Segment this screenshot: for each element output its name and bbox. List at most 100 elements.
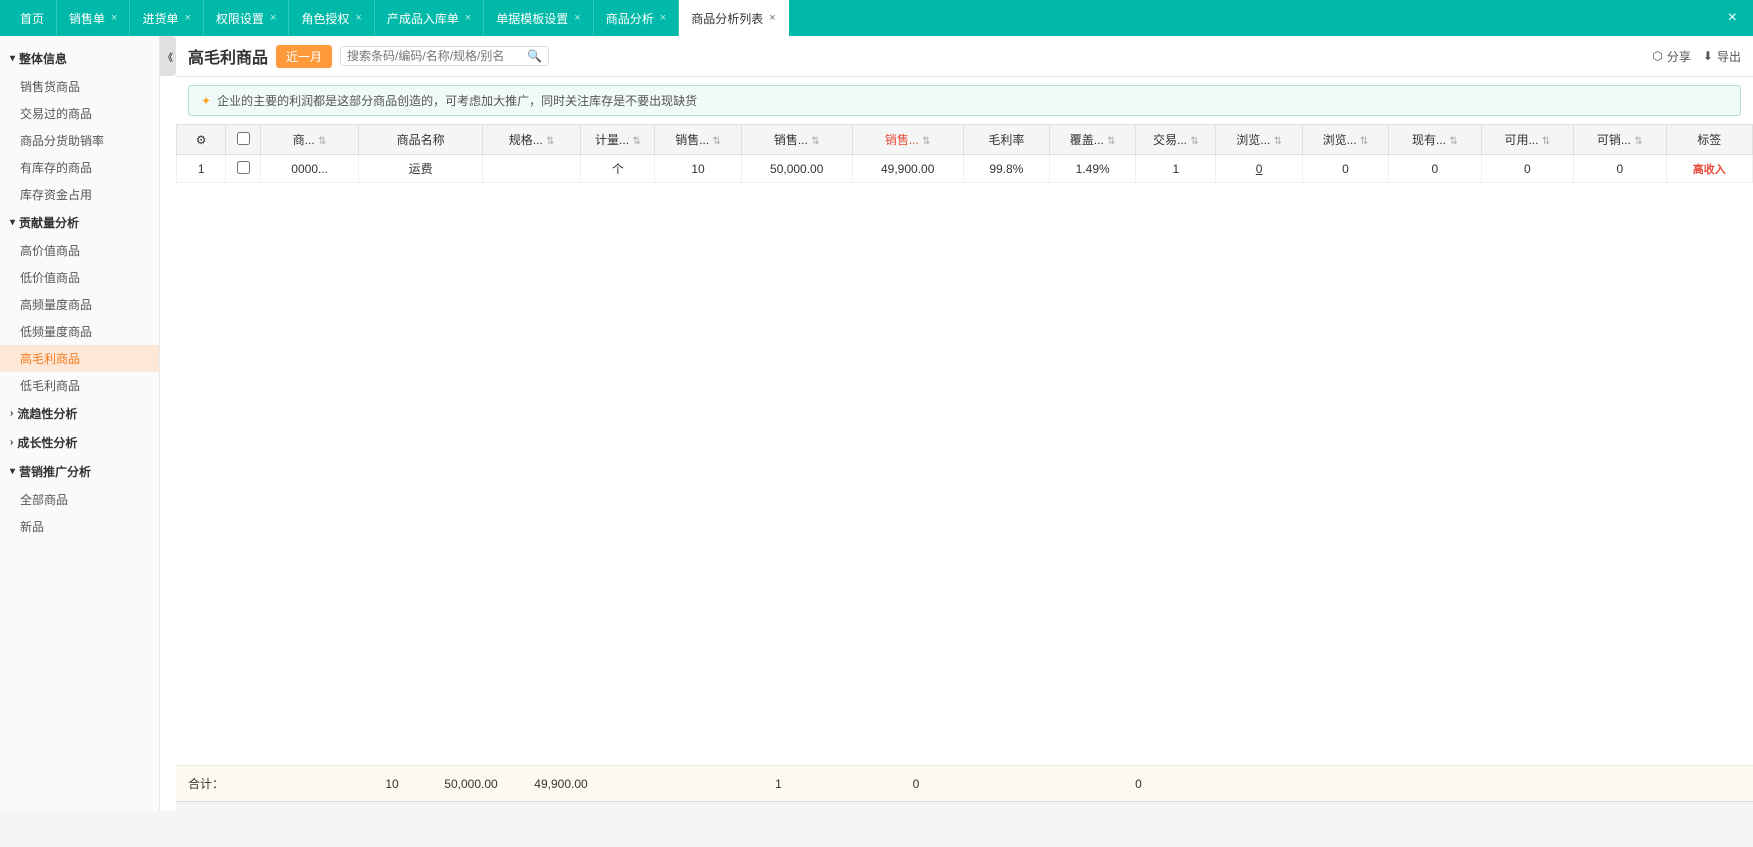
sidebar-item-high-freq-goods[interactable]: 高频量度商品 (0, 291, 159, 318)
sidebar-collapse-button[interactable]: 《 (160, 36, 176, 76)
export-button[interactable]: ⬇ 导出 (1703, 48, 1741, 65)
close-icon[interactable]: × (270, 12, 276, 24)
sort-icon[interactable]: ⇅ (546, 136, 554, 147)
horizontal-scrollbar[interactable] (176, 801, 1753, 811)
sort-icon[interactable]: ⇅ (1449, 136, 1457, 147)
nav-tab-product-entry[interactable]: 产成品入库单 × (375, 0, 484, 36)
chevron-down-icon: ▾ (10, 466, 15, 477)
page-title: 高毛利商品 (188, 44, 268, 68)
nav-tab-product-analysis-list[interactable]: 商品分析列表 × (679, 0, 788, 36)
col-header-browse1[interactable]: 浏览... ⇅ (1216, 125, 1302, 155)
sidebar-item-goods-analysis-rate[interactable]: 商品分货助销率 (0, 127, 159, 154)
sidebar-item-sales-goods[interactable]: 销售货商品 (0, 73, 159, 100)
sidebar-item-low-margin-goods[interactable]: 低毛利商品 (0, 372, 159, 399)
close-icon[interactable]: × (769, 12, 775, 24)
close-icon[interactable]: × (660, 12, 666, 24)
sidebar-item-stock-capital[interactable]: 库存资金占用 (0, 181, 159, 208)
sidebar-group-overall-info[interactable]: ▾ 整体信息 (0, 44, 159, 73)
sidebar-item-high-value-goods[interactable]: 高价值商品 (0, 237, 159, 264)
nav-tab-sales-order[interactable]: 销售单 × (57, 0, 130, 36)
col-header-margin-rate[interactable]: 毛利率 (963, 125, 1049, 155)
cell-trade-count: 1 (1136, 155, 1216, 183)
col-header-cover-rate[interactable]: 覆盖... ⇅ (1050, 125, 1136, 155)
nav-tab-role-permission[interactable]: 角色授权 × (289, 0, 374, 36)
col-header-browse2[interactable]: 浏览... ⇅ (1302, 125, 1388, 155)
export-icon: ⬇ (1703, 49, 1713, 63)
header-actions: ⬡ 分享 ⬇ 导出 (1652, 48, 1741, 65)
col-header-sales-qty[interactable]: 销售... ⇅ (655, 125, 741, 155)
table-row: 1 0000... 运费 个 10 50,000.00 49,900.00 99… (177, 155, 1753, 183)
info-icon: ✦ (201, 94, 211, 108)
sidebar-item-traded-goods[interactable]: 交易过的商品 (0, 100, 159, 127)
col-header-name[interactable]: 商品名称 (359, 125, 482, 155)
close-all-button[interactable]: × (1720, 9, 1745, 27)
sort-icon[interactable]: ⇅ (1360, 136, 1368, 147)
col-header-trade-count[interactable]: 交易... ⇅ (1136, 125, 1216, 155)
sidebar-group-trend-analysis[interactable]: › 流趋性分析 (0, 399, 159, 428)
cell-cover-rate: 1.49% (1050, 155, 1136, 183)
col-header-seq[interactable]: ⚙ (177, 125, 226, 155)
sort-icon[interactable]: ⇅ (318, 136, 326, 147)
col-header-sales-profit[interactable]: 销售... ⇅ (852, 125, 963, 155)
close-icon[interactable]: × (111, 12, 117, 24)
sidebar-group-treasure-analysis[interactable]: ▾ 贡献量分析 (0, 208, 159, 237)
col-header-stock-available[interactable]: 可用... ⇅ (1481, 125, 1573, 155)
sidebar-item-high-margin-goods[interactable]: 高毛利商品 (0, 345, 159, 372)
nav-tab-template-settings[interactable]: 单据模板设置 × (484, 0, 593, 36)
table-header-row: ⚙ 商... ⇅ 商品名称 规格... (177, 125, 1753, 155)
search-icon[interactable]: 🔍 (527, 49, 542, 63)
cell-check[interactable] (226, 155, 261, 183)
col-header-spec[interactable]: 规格... ⇅ (482, 125, 581, 155)
chevron-right-icon: › (10, 437, 13, 448)
cell-stock-current: 0 (1389, 155, 1481, 183)
sort-icon[interactable]: ⇅ (1274, 136, 1282, 147)
sort-icon[interactable]: ⇅ (632, 136, 640, 147)
nav-tab-home[interactable]: 首页 (8, 0, 57, 36)
close-icon[interactable]: × (465, 12, 471, 24)
cell-name: 运费 (359, 155, 482, 183)
sort-icon[interactable]: ⇅ (1190, 136, 1198, 147)
sidebar-item-stocked-goods[interactable]: 有库存的商品 (0, 154, 159, 181)
col-header-stock-sellable[interactable]: 可销... ⇅ (1574, 125, 1666, 155)
footer-label: 合计： (188, 775, 358, 792)
cell-browse1[interactable]: 0 (1216, 155, 1302, 183)
sidebar-group-growth-analysis[interactable]: › 成长性分析 (0, 428, 159, 457)
nav-tab-import-order[interactable]: 进货单 × (130, 0, 203, 36)
close-icon[interactable]: × (184, 12, 190, 24)
sidebar-item-new-goods[interactable]: 新品 (0, 513, 159, 540)
close-icon[interactable]: × (355, 12, 361, 24)
nav-tab-product-analysis[interactable]: 商品分析 × (594, 0, 679, 36)
sidebar-item-low-freq-goods[interactable]: 低频量度商品 (0, 318, 159, 345)
data-table: ⚙ 商... ⇅ 商品名称 规格... (176, 124, 1753, 183)
sidebar: ▾ 整体信息 销售货商品 交易过的商品 商品分货助销率 有库存的商品 库存资金占… (0, 36, 160, 811)
sort-icon[interactable]: ⇅ (1542, 136, 1550, 147)
sort-icon[interactable]: ⇅ (1107, 136, 1115, 147)
footer-stock-sellable: 0 (1101, 777, 1176, 791)
col-header-code[interactable]: 商... ⇅ (260, 125, 359, 155)
col-header-stock-current[interactable]: 现有... ⇅ (1389, 125, 1481, 155)
close-icon[interactable]: × (574, 12, 580, 24)
sort-icon[interactable]: ⇅ (811, 136, 819, 147)
col-header-unit[interactable]: 计量... ⇅ (581, 125, 655, 155)
search-input[interactable] (347, 49, 527, 63)
share-button[interactable]: ⬡ 分享 (1652, 48, 1691, 65)
row-checkbox[interactable] (237, 161, 250, 174)
col-header-tag[interactable]: 标签 (1666, 125, 1752, 155)
sidebar-item-low-value-goods[interactable]: 低价值商品 (0, 264, 159, 291)
col-header-check[interactable] (226, 125, 261, 155)
sort-icon[interactable]: ⇅ (1634, 136, 1642, 147)
select-all-checkbox[interactable] (237, 132, 250, 145)
sort-icon[interactable]: ⇅ (713, 136, 721, 147)
sidebar-item-all-goods[interactable]: 全部商品 (0, 486, 159, 513)
nav-tab-permission-settings[interactable]: 权限设置 × (204, 0, 289, 36)
footer-sales-profit: 49,900.00 (516, 777, 606, 791)
cell-stock-available: 0 (1481, 155, 1573, 183)
sort-icon[interactable]: ⇅ (922, 136, 930, 147)
cell-unit: 个 (581, 155, 655, 183)
sidebar-group-marketing-analysis[interactable]: ▾ 营销推广分析 (0, 457, 159, 486)
settings-icon[interactable]: ⚙ (196, 133, 207, 147)
col-header-sales-amt[interactable]: 销售... ⇅ (741, 125, 852, 155)
footer-bar: 合计： 10 50,000.00 49,900.00 1 0 0 (176, 765, 1753, 801)
cell-sales-amt: 50,000.00 (741, 155, 852, 183)
filter-button[interactable]: 近一月 (276, 45, 332, 68)
